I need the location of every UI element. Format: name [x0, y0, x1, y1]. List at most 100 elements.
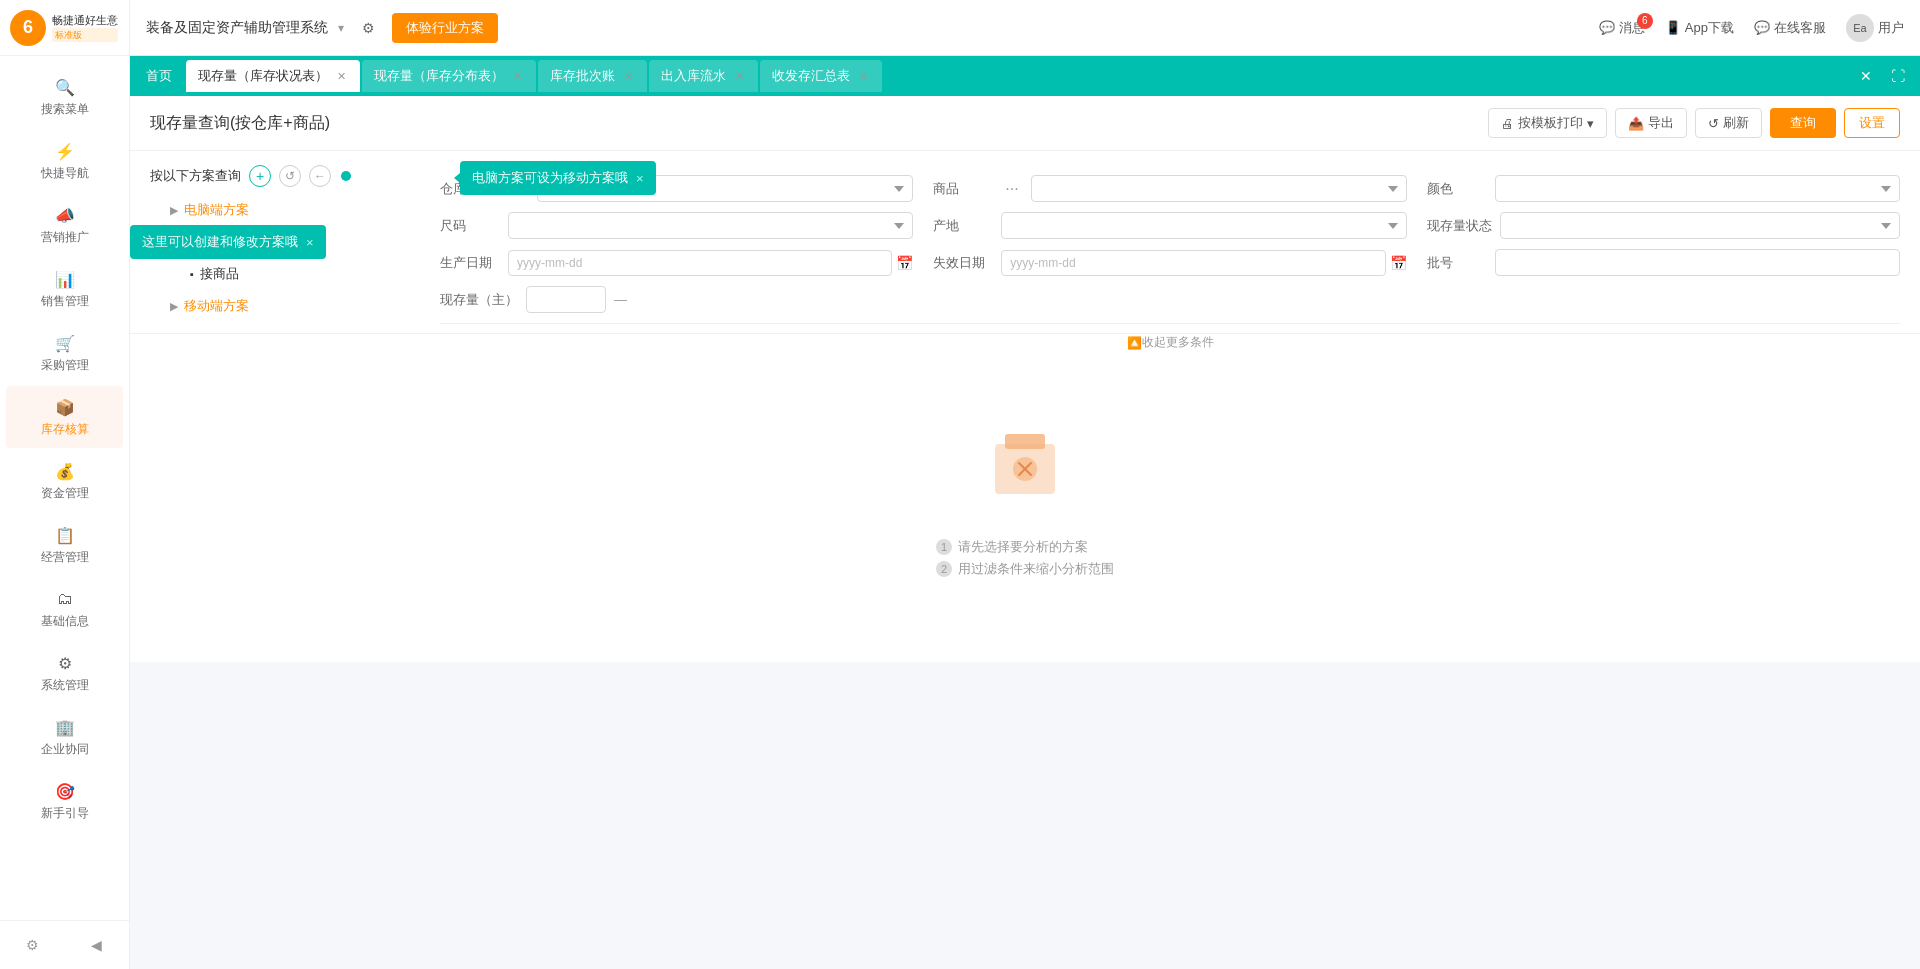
page-title: 现存量查询(按仓库+商品) — [150, 113, 330, 134]
tab-home[interactable]: 首页 — [134, 60, 184, 92]
filter-back-btn[interactable]: ← — [309, 165, 331, 187]
sidebar-item-marketing[interactable]: 📣 营销推广 — [6, 194, 123, 256]
export-btn[interactable]: 📤 导出 — [1615, 108, 1687, 138]
user-avatar: Ea — [1846, 14, 1874, 42]
tab-collect-summary[interactable]: 收发存汇总表 ✕ — [760, 60, 882, 92]
filter-row-goods: 商品 ··· — [933, 175, 1406, 202]
produce-date-calendar-icon[interactable]: 📅 — [896, 255, 913, 271]
empty-hints: 1 请先选择要分析的方案 2 用过滤条件来缩小分析范围 — [936, 534, 1114, 582]
system-icon: ⚙ — [54, 652, 76, 674]
empty-state: 1 请先选择要分析的方案 2 用过滤条件来缩小分析范围 — [130, 334, 1920, 662]
expire-date-calendar-icon[interactable]: 📅 — [1390, 255, 1407, 271]
filter-row-produce-date: 生产日期 📅 — [440, 249, 913, 276]
tabs-right-actions: ✕ ⛶ — [1854, 64, 1920, 88]
goods-dots[interactable]: ··· — [1001, 180, 1022, 198]
filter-row-color: 颜色 — [1427, 175, 1900, 202]
page-actions: 🖨 按模板打印 ▾ 📤 导出 ↺ 刷新 查询 设置 — [1488, 108, 1900, 138]
logo-text: 畅捷通好生意 标准版 — [52, 13, 118, 43]
sidebar-item-guide[interactable]: 🎯 新手引导 — [6, 770, 123, 832]
set-button[interactable]: 设置 — [1844, 108, 1900, 138]
refresh-btn[interactable]: ↺ 刷新 — [1695, 108, 1762, 138]
print-dropdown-icon: ▾ — [1587, 116, 1594, 131]
sidebar-item-ops[interactable]: 📋 经营管理 — [6, 514, 123, 576]
filter-add-btn[interactable]: + — [249, 165, 271, 187]
scheme-name-mobile: 移动端方案 — [184, 297, 249, 315]
sidebar: 6 畅捷通好生意 标准版 🔍 搜索菜单 ⚡ 快捷导航 📣 营销推广 📊 销售管理… — [0, 0, 130, 969]
tab-stock-flow[interactable]: 出入库流水 ✕ — [649, 60, 758, 92]
stock-main-from[interactable] — [526, 286, 606, 313]
origin-select[interactable] — [1001, 212, 1406, 239]
tabs-bar: 首页 现存量（库存状况表） ✕ 现存量（库存分布表） ✕ 库存批次账 ✕ 出入库… — [130, 56, 1920, 96]
tab-close-stock-batch[interactable]: ✕ — [621, 69, 635, 83]
tab-close-stock-dist[interactable]: ✕ — [510, 69, 524, 83]
filter-row-batch: 批号 — [1427, 249, 1900, 276]
expire-date-start[interactable] — [1001, 250, 1385, 276]
stock-main-dash: — — [614, 292, 627, 307]
print-btn[interactable]: 🖨 按模板打印 ▾ — [1488, 108, 1607, 138]
sidebar-item-sales[interactable]: 📊 销售管理 — [6, 258, 123, 320]
tab-stock-status[interactable]: 现存量（库存状况表） ✕ — [186, 60, 360, 92]
sidebar-item-stock[interactable]: 📦 库存核算 — [6, 386, 123, 448]
user-menu-btn[interactable]: Ea 用户 — [1846, 14, 1904, 42]
sidebar-collapse-btn[interactable]: ◀ — [83, 931, 111, 959]
origin-label: 产地 — [933, 217, 993, 235]
filter-refresh-btn[interactable]: ↺ — [279, 165, 301, 187]
system-dropdown-icon[interactable]: ▾ — [338, 21, 344, 35]
stock-main-label: 现存量（主） — [440, 291, 518, 309]
tab-close-all-btn[interactable]: ✕ — [1854, 64, 1878, 88]
sidebar-settings-btn[interactable]: ⚙ — [18, 931, 46, 959]
tab-close-collect-summary[interactable]: ✕ — [856, 69, 870, 83]
sidebar-item-system[interactable]: ⚙ 系统管理 — [6, 642, 123, 704]
filter-row-origin: 产地 — [933, 212, 1406, 239]
filter-label: 按以下方案查询 — [150, 167, 241, 185]
tab-close-stock-status[interactable]: ✕ — [334, 69, 348, 83]
tab-maximize-btn[interactable]: ⛶ — [1886, 64, 1910, 88]
page-inner: 现存量查询(按仓库+商品) 🖨 按模板打印 ▾ 📤 导出 ↺ 刷新 — [130, 96, 1920, 662]
tab-stock-dist[interactable]: 现存量（库存分布表） ✕ — [362, 60, 536, 92]
online-support-btn[interactable]: 💬 在线客服 — [1754, 19, 1826, 37]
expire-date-range: 📅 — [1001, 250, 1406, 276]
logo-area: 6 畅捷通好生意 标准版 — [0, 0, 129, 56]
goods-label: 商品 — [933, 180, 993, 198]
ops-icon: 📋 — [54, 524, 76, 546]
edit-tooltip-close[interactable]: × — [306, 235, 314, 250]
tree-expand-icon: ▶ — [170, 204, 178, 217]
expire-date-label: 失效日期 — [933, 254, 993, 272]
system-name: 装备及固定资产辅助管理系统 — [146, 19, 328, 37]
quick-nav-icon: ⚡ — [54, 140, 76, 162]
topbar-left: 装备及固定资产辅助管理系统 ▾ ⚙ 体验行业方案 — [146, 13, 498, 43]
collapse-more-btn[interactable]: 🔼 收起更多条件 — [440, 323, 1900, 361]
sidebar-item-base[interactable]: 🗂 基础信息 — [6, 578, 123, 640]
sidebar-item-purchase[interactable]: 🛒 采购管理 — [6, 322, 123, 384]
batch-label: 批号 — [1427, 254, 1487, 272]
stock-status-select[interactable] — [1500, 212, 1900, 239]
sidebar-item-corp[interactable]: 🏢 企业协同 — [6, 706, 123, 768]
goods-select[interactable] — [1031, 175, 1407, 202]
sidebar-item-quick-nav[interactable]: ⚡ 快捷导航 — [6, 130, 123, 192]
scheme-tooltip-close[interactable]: × — [636, 171, 644, 186]
scheme-name-sub: 接商品 — [200, 265, 239, 283]
tab-stock-batch[interactable]: 库存批次账 ✕ — [538, 60, 647, 92]
search-icon: 🔍 — [54, 76, 76, 98]
tab-close-stock-flow[interactable]: ✕ — [732, 69, 746, 83]
notification-btn[interactable]: 💬 消息 6 — [1599, 19, 1645, 37]
app-download-btn[interactable]: 📱 App下载 — [1665, 19, 1734, 37]
color-label: 颜色 — [1427, 180, 1487, 198]
batch-input[interactable] — [1495, 249, 1900, 276]
page-header: 现存量查询(按仓库+商品) 🖨 按模板打印 ▾ 📤 导出 ↺ 刷新 — [130, 96, 1920, 151]
color-select[interactable] — [1495, 175, 1900, 202]
assets-icon: 💰 — [54, 460, 76, 482]
sales-icon: 📊 — [54, 268, 76, 290]
settings-btn[interactable]: ⚙ — [354, 14, 382, 42]
empty-icon — [975, 414, 1075, 514]
sidebar-item-assets[interactable]: 💰 资金管理 — [6, 450, 123, 512]
topbar: 装备及固定资产辅助管理系统 ▾ ⚙ 体验行业方案 💬 消息 6 📱 App下载 … — [130, 0, 1920, 56]
query-button[interactable]: 查询 — [1770, 108, 1836, 138]
size-select[interactable] — [508, 212, 913, 239]
filter-area: 按以下方案查询 + ↺ ← 电脑方案可设为移动方案哦 × ▶ 电脑端方案 — [130, 151, 1920, 334]
produce-date-start[interactable] — [508, 250, 892, 276]
sidebar-item-search[interactable]: 🔍 搜索菜单 — [6, 66, 123, 128]
filter-row-stock-status: 现存量状态 — [1427, 212, 1900, 239]
experience-button[interactable]: 体验行业方案 — [392, 13, 498, 43]
empty-hint-2: 2 用过滤条件来缩小分析范围 — [936, 560, 1114, 578]
